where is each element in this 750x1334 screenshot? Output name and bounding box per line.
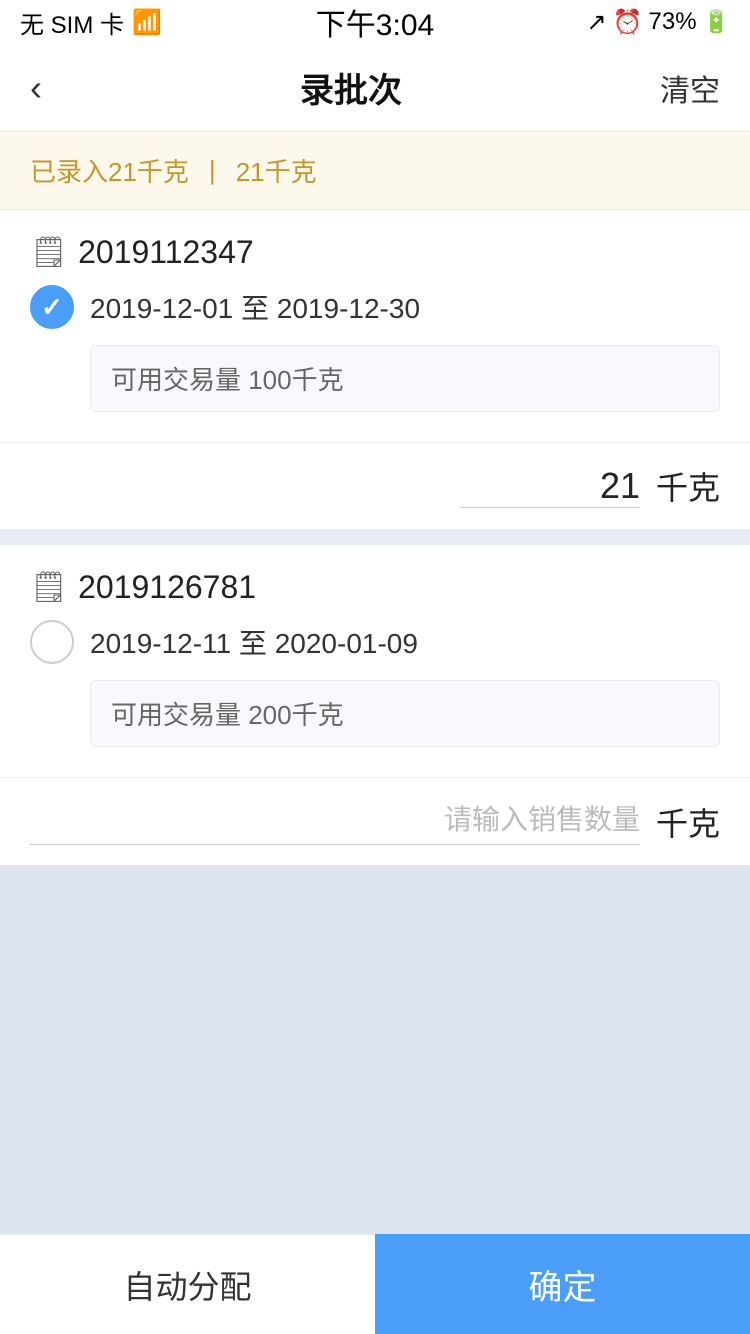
quantity-number-1: 21 [600, 465, 640, 506]
batch-date-1: 2019-12-01 至 2019-12-30 [90, 287, 420, 327]
page-title: 录批次 [300, 63, 402, 112]
summary-banner: 已录入21千克 | 21千克 [0, 132, 750, 210]
battery-text: 73% [649, 8, 697, 36]
quantity-row-1: 21 千克 [0, 443, 750, 529]
batch-checkbox-2[interactable] [30, 620, 74, 664]
batch-date-2: 2019-12-11 至 2020-01-09 [90, 622, 418, 662]
batch-header-1: 🗒 2019112347 [30, 234, 720, 271]
summary-divider: | [209, 155, 216, 186]
batch-available-2: 可用交易量 200千克 [90, 680, 720, 747]
recorded-label: 已录入21千克 [30, 152, 189, 189]
batch-header-2: 🗒 2019126781 [30, 569, 720, 606]
batch-available-1: 可用交易量 100千克 [90, 345, 720, 412]
quantity-unit-1: 千克 [656, 463, 720, 509]
auto-distribute-button[interactable]: 自动分配 [0, 1234, 375, 1334]
status-left: 无 SIM 卡 📶 [20, 5, 162, 40]
batch-item-1: 🗒 2019112347 2019-12-01 至 2019-12-30 可用交… [0, 210, 750, 443]
doc-icon-1: 🗒 [30, 235, 68, 270]
total-label: 21千克 [236, 152, 317, 189]
status-bar: 无 SIM 卡 📶 下午3:04 ↗ ⏰ 73% 🔋 [0, 0, 750, 44]
alarm-icon: ⏰ [613, 8, 643, 37]
status-right: ↗ ⏰ 73% 🔋 [587, 8, 730, 37]
batch-date-row-1: 2019-12-01 至 2019-12-30 [30, 285, 720, 329]
back-button[interactable]: ‹ [30, 67, 42, 109]
quantity-value-1[interactable]: 21 [460, 465, 640, 508]
carrier-text: 无 SIM 卡 [20, 5, 124, 40]
quantity-unit-2: 千克 [656, 799, 720, 845]
batch-item-2: 🗒 2019126781 2019-12-11 至 2020-01-09 可用交… [0, 545, 750, 778]
location-icon: ↗ [587, 8, 607, 37]
doc-icon-2: 🗒 [30, 570, 68, 605]
clear-button[interactable]: 清空 [660, 66, 720, 110]
nav-bar: ‹ 录批次 清空 [0, 44, 750, 132]
batch-id-2: 2019126781 [78, 569, 256, 606]
battery-icon: 🔋 [703, 9, 730, 35]
quantity-placeholder-2[interactable]: 请输入销售数量 [30, 798, 640, 838]
batch-date-row-2: 2019-12-11 至 2020-01-09 [30, 620, 720, 664]
section-divider [0, 529, 750, 545]
quantity-input-row-2: 请输入销售数量 千克 [0, 778, 750, 865]
footer: 自动分配 确定 [0, 1234, 750, 1334]
status-time: 下午3:04 [316, 0, 434, 44]
batch-list: 🗒 2019112347 2019-12-01 至 2019-12-30 可用交… [0, 210, 750, 865]
batch-checkbox-1[interactable] [30, 285, 74, 329]
batch-id-1: 2019112347 [78, 234, 254, 271]
confirm-button[interactable]: 确定 [375, 1234, 750, 1334]
wifi-icon: 📶 [132, 8, 162, 37]
